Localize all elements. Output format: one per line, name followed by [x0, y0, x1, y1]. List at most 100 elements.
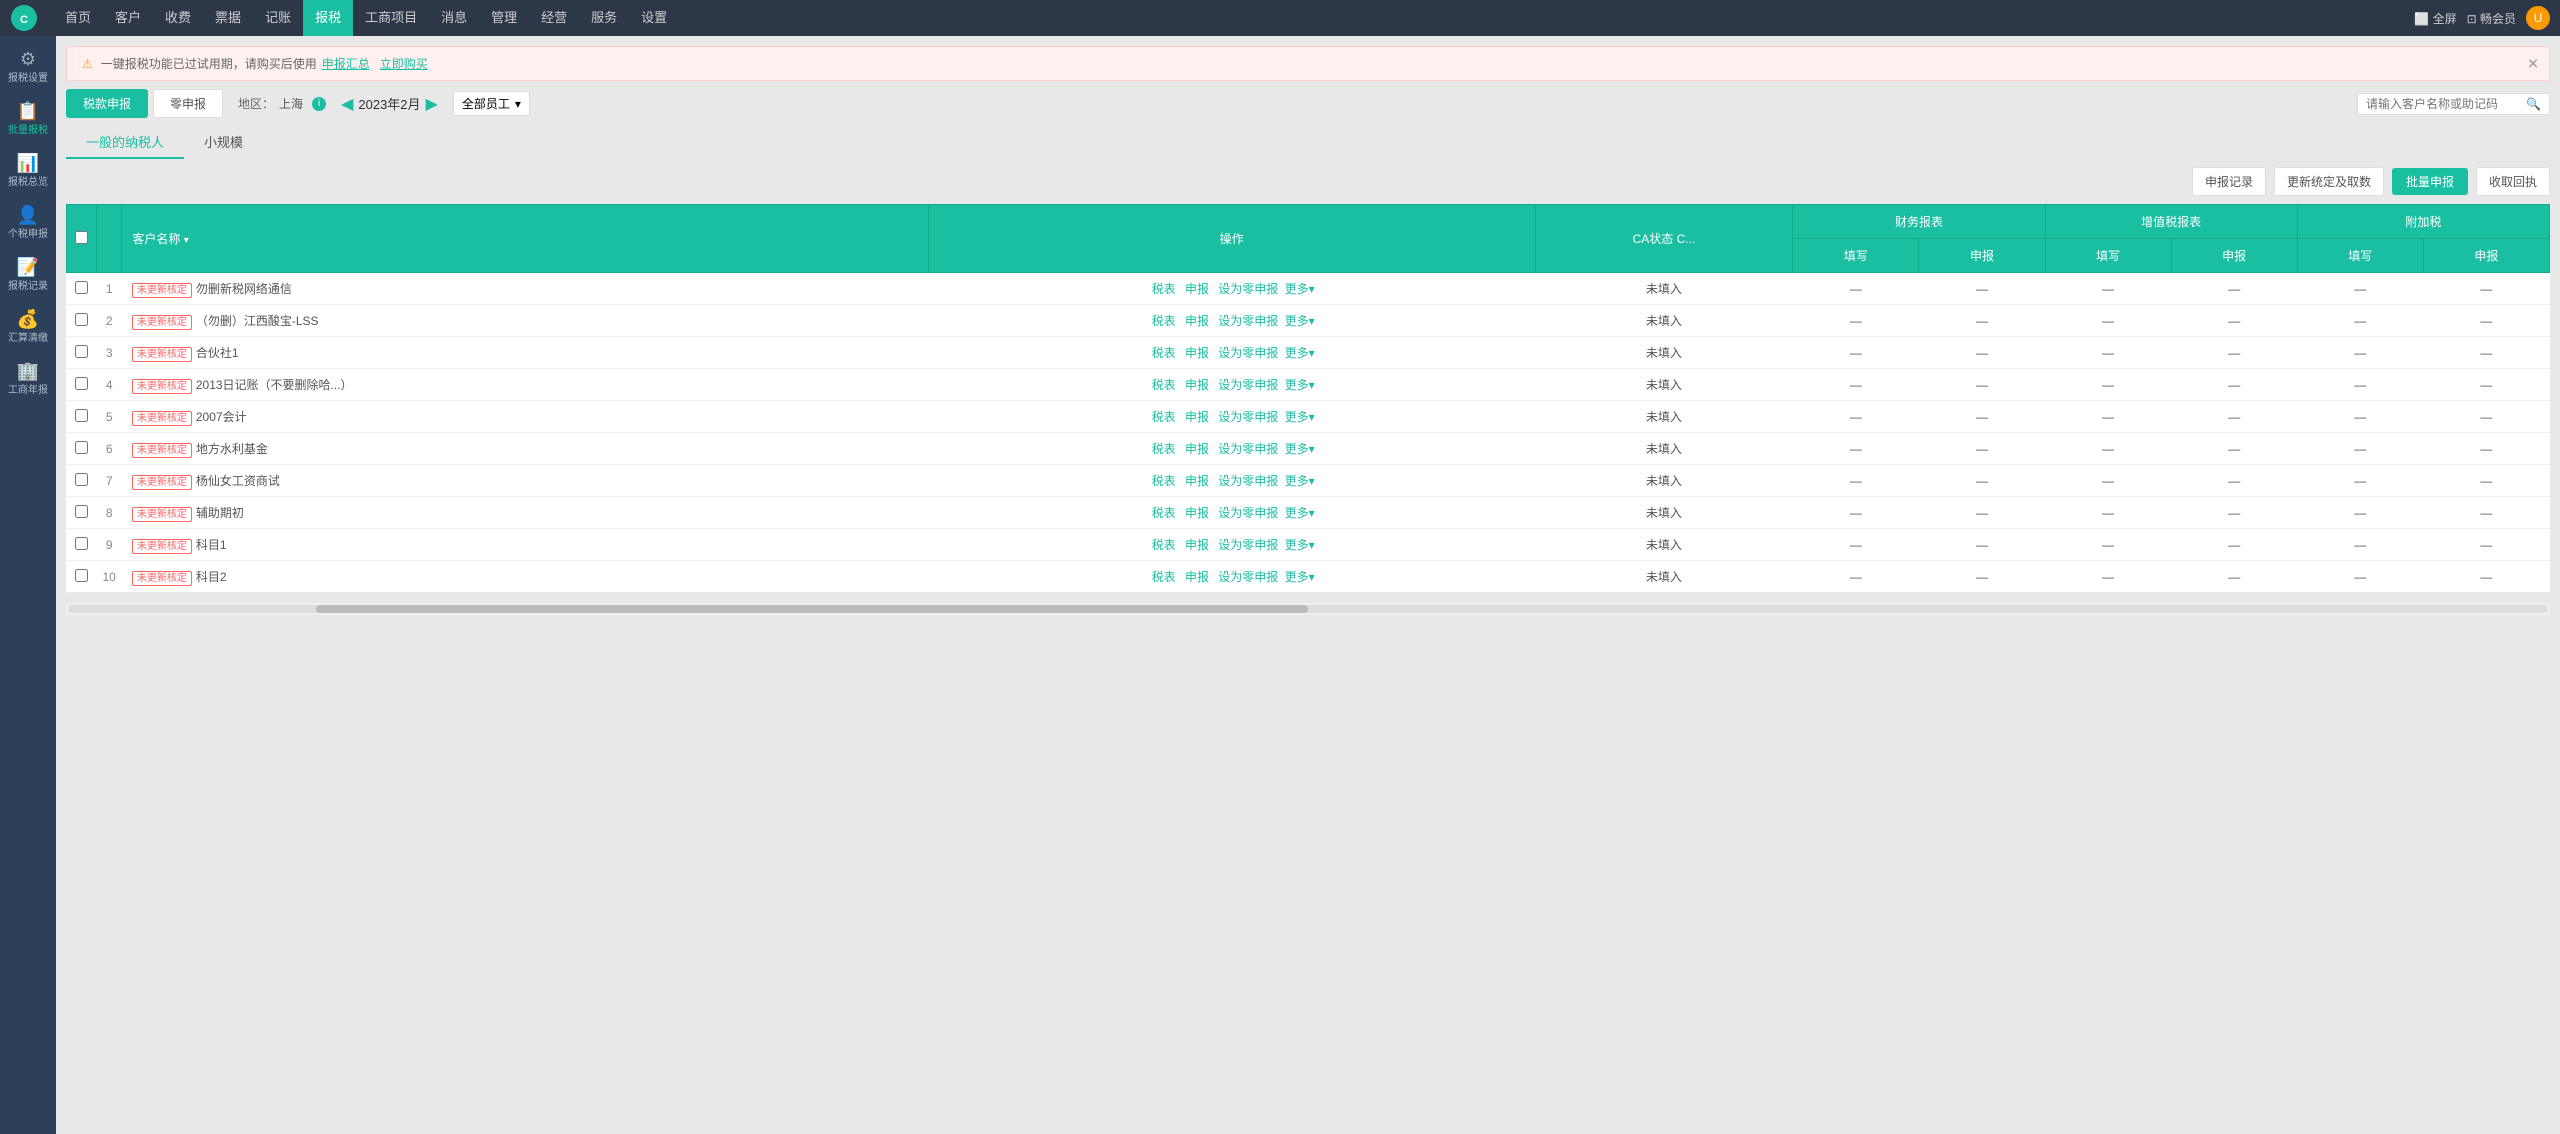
- banner-link-summary[interactable]: 申报汇总: [322, 55, 370, 72]
- op-zero-6[interactable]: 设为零申报: [1218, 474, 1278, 488]
- op-zero-1[interactable]: 设为零申报: [1218, 314, 1278, 328]
- op-more-7[interactable]: 更多▾: [1285, 506, 1315, 520]
- op-zero-0[interactable]: 设为零申报: [1218, 282, 1278, 296]
- op-taxform-0[interactable]: 税表: [1152, 282, 1176, 296]
- row-check-0[interactable]: [75, 281, 88, 294]
- row-check-7[interactable]: [75, 505, 88, 518]
- user-avatar[interactable]: U: [2526, 6, 2550, 30]
- sub-tab-general-taxpayer[interactable]: 一般的纳税人: [66, 126, 184, 159]
- row-check-8[interactable]: [75, 537, 88, 550]
- nav-item-settings[interactable]: 设置: [629, 0, 679, 36]
- op-apply-3[interactable]: 申报: [1185, 378, 1209, 392]
- op-apply-1[interactable]: 申报: [1185, 314, 1209, 328]
- collect-return-button[interactable]: 收取回执: [2476, 167, 2550, 196]
- horizontal-scrollbar[interactable]: [66, 603, 2550, 615]
- op-apply-0[interactable]: 申报: [1185, 282, 1209, 296]
- row-checkbox-7[interactable]: [67, 497, 97, 529]
- sidebar-item-tax-settings[interactable]: ⚙ 报税设置: [0, 41, 56, 93]
- op-apply-7[interactable]: 申报: [1185, 506, 1209, 520]
- op-taxform-4[interactable]: 税表: [1152, 410, 1176, 424]
- op-taxform-6[interactable]: 税表: [1152, 474, 1176, 488]
- row-checkbox-8[interactable]: [67, 529, 97, 561]
- op-more-2[interactable]: 更多▾: [1285, 346, 1315, 360]
- nav-item-invoice[interactable]: 票据: [203, 0, 253, 36]
- op-more-6[interactable]: 更多▾: [1285, 474, 1315, 488]
- update-quota-button[interactable]: 更新统定及取数: [2274, 167, 2384, 196]
- op-zero-5[interactable]: 设为零申报: [1218, 442, 1278, 456]
- search-input[interactable]: [2366, 97, 2526, 111]
- date-next-button[interactable]: ▶: [426, 94, 438, 114]
- nav-item-business[interactable]: 工商项目: [353, 0, 429, 36]
- nav-item-service[interactable]: 服务: [579, 0, 629, 36]
- op-taxform-1[interactable]: 税表: [1152, 314, 1176, 328]
- op-apply-5[interactable]: 申报: [1185, 442, 1209, 456]
- region-selector[interactable]: 地区： 上海 i: [238, 95, 326, 112]
- op-apply-9[interactable]: 申报: [1185, 570, 1209, 584]
- op-apply-2[interactable]: 申报: [1185, 346, 1209, 360]
- select-all-checkbox[interactable]: [75, 231, 88, 244]
- op-more-5[interactable]: 更多▾: [1285, 442, 1315, 456]
- row-check-5[interactable]: [75, 441, 88, 454]
- nav-item-manage[interactable]: 管理: [479, 0, 529, 36]
- row-check-1[interactable]: [75, 313, 88, 326]
- region-info-icon[interactable]: i: [312, 97, 326, 111]
- row-check-2[interactable]: [75, 345, 88, 358]
- op-taxform-3[interactable]: 税表: [1152, 378, 1176, 392]
- op-zero-9[interactable]: 设为零申报: [1218, 570, 1278, 584]
- sub-tab-small-scale[interactable]: 小规模: [184, 126, 263, 159]
- row-check-4[interactable]: [75, 409, 88, 422]
- op-taxform-5[interactable]: 税表: [1152, 442, 1176, 456]
- sidebar-item-tax-record[interactable]: 📝 报税记录: [0, 249, 56, 301]
- op-more-3[interactable]: 更多▾: [1285, 378, 1315, 392]
- row-checkbox-0[interactable]: [67, 273, 97, 305]
- sidebar-item-batch-tax[interactable]: 📋 批量报税: [0, 93, 56, 145]
- staff-dropdown[interactable]: 全部员工 ▾: [453, 91, 530, 116]
- nav-item-billing[interactable]: 收费: [153, 0, 203, 36]
- nav-item-message[interactable]: 消息: [429, 0, 479, 36]
- tab-zero-declaration[interactable]: 零申报: [153, 89, 223, 118]
- op-zero-2[interactable]: 设为零申报: [1218, 346, 1278, 360]
- batch-apply-button[interactable]: 批量申报: [2392, 168, 2468, 195]
- row-checkbox-2[interactable]: [67, 337, 97, 369]
- member-button[interactable]: ⊡ 畅会员: [2467, 10, 2516, 27]
- op-apply-8[interactable]: 申报: [1185, 538, 1209, 552]
- op-zero-3[interactable]: 设为零申报: [1218, 378, 1278, 392]
- row-checkbox-1[interactable]: [67, 305, 97, 337]
- op-taxform-9[interactable]: 税表: [1152, 570, 1176, 584]
- fullscreen-button[interactable]: ⬜ 全屏: [2414, 10, 2456, 27]
- row-checkbox-4[interactable]: [67, 401, 97, 433]
- op-taxform-8[interactable]: 税表: [1152, 538, 1176, 552]
- op-zero-4[interactable]: 设为零申报: [1218, 410, 1278, 424]
- row-checkbox-9[interactable]: [67, 561, 97, 593]
- sidebar-item-personal-tax[interactable]: 👤 个税申报: [0, 197, 56, 249]
- row-checkbox-6[interactable]: [67, 465, 97, 497]
- sidebar-item-annual-clearing[interactable]: 💰 汇算清缴: [0, 301, 56, 353]
- row-check-6[interactable]: [75, 473, 88, 486]
- row-check-9[interactable]: [75, 569, 88, 582]
- op-more-0[interactable]: 更多▾: [1285, 282, 1315, 296]
- nav-item-home[interactable]: 首页: [53, 0, 103, 36]
- op-more-4[interactable]: 更多▾: [1285, 410, 1315, 424]
- nav-item-accounting[interactable]: 记账: [253, 0, 303, 36]
- apply-record-button[interactable]: 申报记录: [2192, 167, 2266, 196]
- op-more-9[interactable]: 更多▾: [1285, 570, 1315, 584]
- sidebar-item-annual-report[interactable]: 🏢 工商年报: [0, 353, 56, 405]
- banner-link-buy[interactable]: 立即购买: [380, 55, 428, 72]
- banner-close-button[interactable]: ✕: [2527, 55, 2539, 72]
- nav-item-operation[interactable]: 经营: [529, 0, 579, 36]
- op-apply-6[interactable]: 申报: [1185, 474, 1209, 488]
- sidebar-item-tax-overview[interactable]: 📊 报税总览: [0, 145, 56, 197]
- row-check-3[interactable]: [75, 377, 88, 390]
- row-checkbox-3[interactable]: [67, 369, 97, 401]
- op-more-1[interactable]: 更多▾: [1285, 314, 1315, 328]
- tab-tax-declaration[interactable]: 税款申报: [66, 89, 148, 118]
- op-zero-7[interactable]: 设为零申报: [1218, 506, 1278, 520]
- nav-item-client[interactable]: 客户: [103, 0, 153, 36]
- op-taxform-7[interactable]: 税表: [1152, 506, 1176, 520]
- search-icon[interactable]: 🔍: [2526, 97, 2541, 111]
- row-checkbox-5[interactable]: [67, 433, 97, 465]
- op-zero-8[interactable]: 设为零申报: [1218, 538, 1278, 552]
- nav-item-tax[interactable]: 报税: [303, 0, 353, 36]
- op-apply-4[interactable]: 申报: [1185, 410, 1209, 424]
- op-taxform-2[interactable]: 税表: [1152, 346, 1176, 360]
